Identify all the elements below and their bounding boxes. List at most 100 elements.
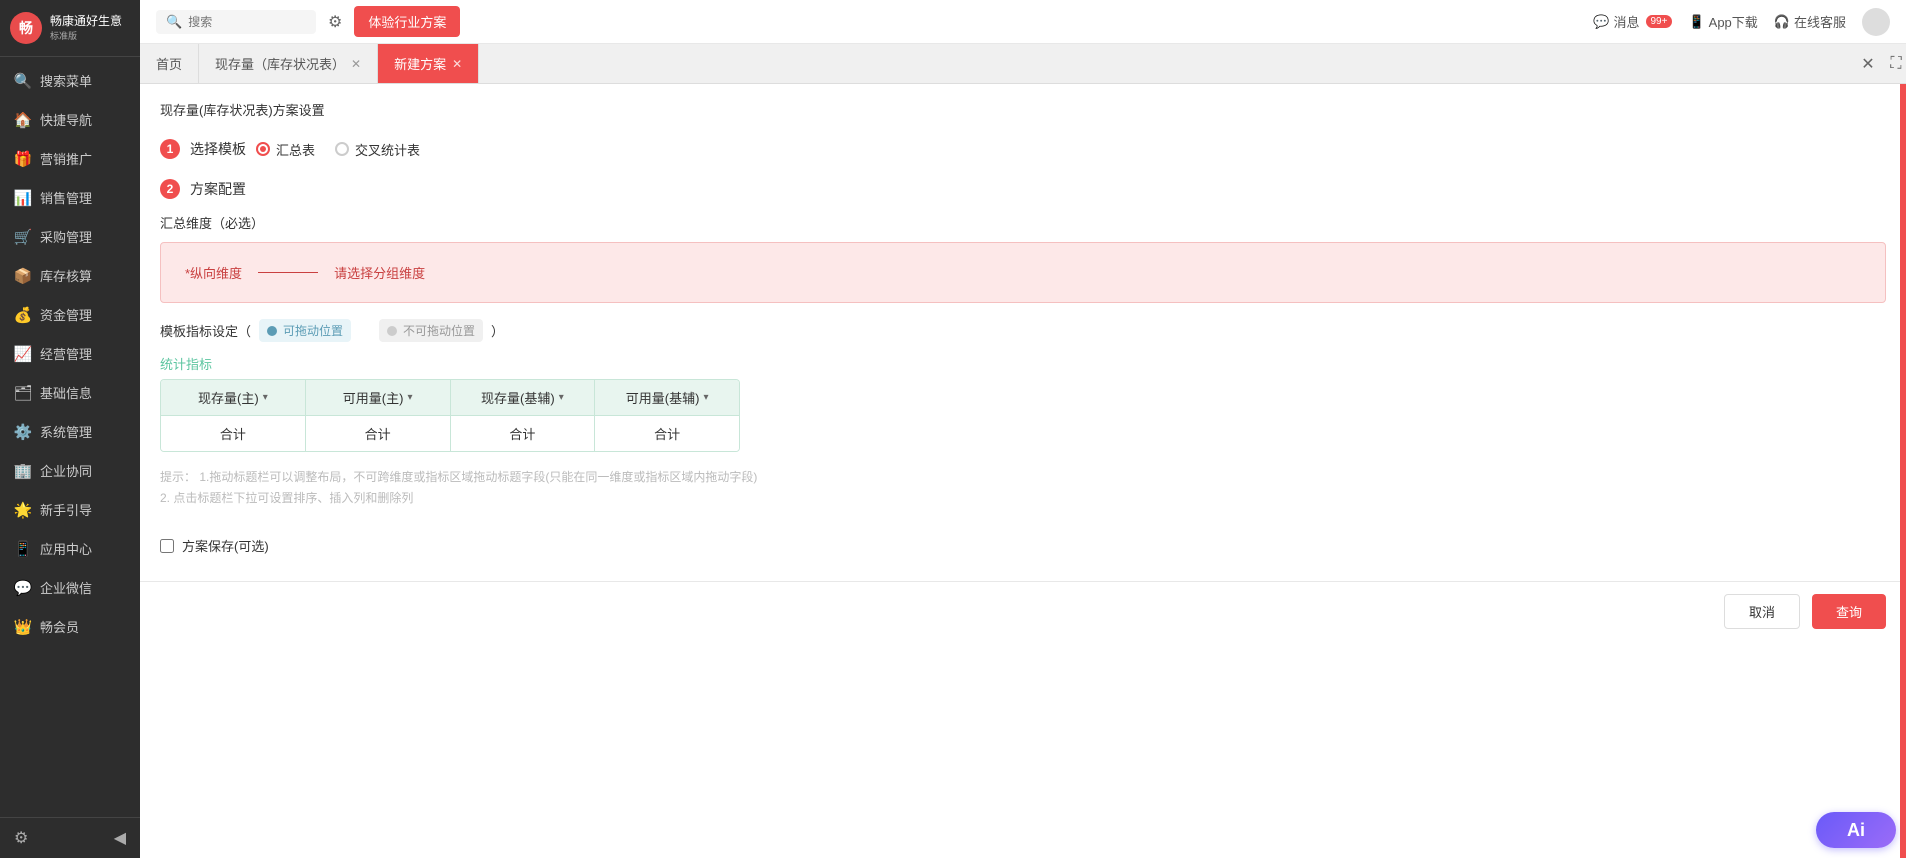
sidebar-item-newbie[interactable]: 🌟 新手引导 (0, 490, 140, 529)
topbar-search-icon: 🔍 (166, 14, 182, 30)
stats-section-label: 统计指标 (160, 354, 1886, 373)
sidebar-item-label: 应用中心 (40, 539, 92, 558)
tabs-bar: 首页 现存量（库存状况表） ✕ 新建方案 ✕ ✕ ⛶ (140, 44, 1906, 84)
app-download-btn[interactable]: 📱 App下载 (1688, 12, 1757, 31)
settings-icon[interactable]: ⚙ (14, 828, 28, 848)
indicator-toggle: 可拖动位置 (259, 319, 351, 342)
tips-item-2: 2. 点击标题栏下拉可设置排序、插入列和删除列 (160, 489, 1886, 506)
save-checkbox[interactable] (160, 539, 174, 553)
stats-col-3[interactable]: 可用量(基辅) ▾ (595, 380, 739, 415)
message-badge: 99+ (1646, 15, 1673, 28)
toggle-dot (267, 326, 277, 336)
member-icon: 👑 (14, 618, 32, 636)
dim-required-label: 汇总维度（必选） (160, 213, 1886, 232)
radio-crosstab-label: 交叉统计表 (355, 140, 420, 159)
radio-summary-circle (256, 142, 270, 156)
sidebar-item-label: 畅会员 (40, 617, 79, 636)
sidebar-item-sales[interactable]: 📊 销售管理 (0, 178, 140, 217)
avatar[interactable] (1862, 8, 1890, 36)
management-icon: 📈 (14, 345, 32, 363)
indicator-settings-label: 模板指标设定（ 可拖动位置 不可拖动位置 ） (160, 319, 1886, 342)
sidebar-logo: 畅 畅康通好生意 标准版 (0, 0, 140, 57)
logo-text: 畅康通好生意 标准版 (50, 14, 122, 43)
query-button[interactable]: 查询 (1812, 594, 1886, 629)
sidebar-item-label: 系统管理 (40, 422, 92, 441)
dim-line (258, 272, 318, 273)
collapse-icon[interactable]: ◀ (114, 828, 126, 848)
stats-col-1[interactable]: 可用量(主) ▾ (306, 380, 451, 415)
tab-new-plan[interactable]: 新建方案 ✕ (378, 44, 479, 83)
stats-cell-2: 合计 (451, 416, 596, 451)
gift-icon: 🎁 (14, 150, 32, 168)
stats-table-header: 现存量(主) ▾ 可用量(主) ▾ 现存量(基辅) ▾ 可用量(基辅) (161, 380, 739, 415)
sidebar-item-wechat[interactable]: 💬 企业微信 (0, 568, 140, 607)
section-template: 1 选择模板 汇总表 交叉统计表 (160, 139, 1886, 159)
resize-handle[interactable] (1900, 84, 1906, 858)
sales-icon: 📊 (14, 189, 32, 207)
cancel-button[interactable]: 取消 (1724, 594, 1800, 629)
sidebar-item-basic-info[interactable]: 🗂 基础信息 (0, 373, 140, 412)
stats-col-0-label: 现存量(主) (198, 388, 259, 407)
stats-col-3-label: 可用量(基辅) (626, 388, 700, 407)
sidebar: 畅 畅康通好生意 标准版 🔍 搜索菜单 🏠 快捷导航 🎁 营销推广 📊 销售管理… (0, 0, 140, 858)
panel-title: 现存量(库存状况表)方案设置 (160, 100, 1886, 119)
sidebar-item-enterprise[interactable]: 🏢 企业协同 (0, 451, 140, 490)
tab-new-close[interactable]: ✕ (452, 57, 462, 71)
tab-inventory-close[interactable]: ✕ (351, 57, 361, 71)
sidebar-item-marketing[interactable]: 🎁 营销推广 (0, 139, 140, 178)
search-icon: 🔍 (14, 72, 32, 90)
sidebar-nav: 🔍 搜索菜单 🏠 快捷导航 🎁 营销推广 📊 销售管理 🛒 采购管理 📦 库存核… (0, 57, 140, 817)
trial-btn[interactable]: 体验行业方案 (354, 6, 460, 37)
stats-col-2[interactable]: 现存量(基辅) ▾ (451, 380, 596, 415)
radio-summary[interactable]: 汇总表 (256, 140, 315, 159)
sidebar-item-member[interactable]: 👑 畅会员 (0, 607, 140, 646)
sidebar-item-inventory[interactable]: 📦 库存核算 (0, 256, 140, 295)
info-icon: 🗂 (14, 384, 32, 402)
sidebar-item-management[interactable]: 📈 经营管理 (0, 334, 140, 373)
template-radio-group: 汇总表 交叉统计表 (256, 140, 420, 159)
stats-table: 现存量(主) ▾ 可用量(主) ▾ 现存量(基辅) ▾ 可用量(基辅) (160, 379, 740, 452)
dim-box: *纵向维度 请选择分组维度 (160, 242, 1886, 303)
stats-cell-1: 合计 (306, 416, 451, 451)
cart-icon: 🛒 (14, 228, 32, 246)
tab-home[interactable]: 首页 (140, 44, 199, 83)
chevron-down-icon-0: ▾ (263, 392, 268, 403)
nontoggle-dot (387, 326, 397, 336)
sidebar-item-purchase[interactable]: 🛒 采购管理 (0, 217, 140, 256)
sidebar-item-label: 经营管理 (40, 344, 92, 363)
section1-num: 1 (160, 139, 180, 159)
expand-btn[interactable]: ⛶ (1886, 54, 1906, 74)
tab-new-label: 新建方案 (394, 54, 446, 73)
tab-inventory-label: 现存量（库存状况表） (215, 54, 345, 73)
stats-cell-3: 合计 (595, 416, 739, 451)
wechat-icon: 💬 (14, 579, 32, 597)
stats-col-0[interactable]: 现存量(主) ▾ (161, 380, 306, 415)
topbar-gear-icon[interactable]: ⚙ (328, 12, 342, 32)
close-btn[interactable]: ✕ (1858, 54, 1878, 74)
topbar-search-input[interactable] (188, 15, 306, 29)
radio-crosstab-circle (335, 142, 349, 156)
tab-inventory-status[interactable]: 现存量（库存状况表） ✕ (199, 44, 378, 83)
ai-bubble[interactable]: Ai (1816, 812, 1896, 848)
win-controls: ✕ ⛶ (1858, 54, 1906, 74)
dim-box-inner: *纵向维度 请选择分组维度 (185, 263, 1861, 282)
topbar-right: 💬 消息 99+ 📱 App下载 🎧 在线客服 (1593, 8, 1890, 36)
indicator-nontoggle: 不可拖动位置 (379, 319, 483, 342)
topbar-search-box[interactable]: 🔍 (156, 10, 316, 34)
sidebar-item-finance[interactable]: 💰 资金管理 (0, 295, 140, 334)
sidebar-item-quicknav[interactable]: 🏠 快捷导航 (0, 100, 140, 139)
section2-header: 2 方案配置 (160, 179, 1886, 199)
message-icon: 💬 (1593, 14, 1609, 30)
save-label: 方案保存(可选) (182, 536, 269, 555)
radio-crosstab[interactable]: 交叉统计表 (335, 140, 420, 159)
sidebar-item-label: 快捷导航 (40, 110, 92, 129)
indicator-settings: 模板指标设定（ 可拖动位置 不可拖动位置 ） (160, 319, 1886, 342)
message-btn[interactable]: 💬 消息 99+ (1593, 12, 1672, 31)
topbar: 🔍 ⚙ 体验行业方案 💬 消息 99+ 📱 App下载 🎧 在线客服 (140, 0, 1906, 44)
online-service-btn[interactable]: 🎧 在线客服 (1774, 12, 1846, 31)
sidebar-item-label: 搜索菜单 (40, 71, 92, 90)
sidebar-item-system[interactable]: ⚙️ 系统管理 (0, 412, 140, 451)
sidebar-item-appstore[interactable]: 📱 应用中心 (0, 529, 140, 568)
sidebar-item-search[interactable]: 🔍 搜索菜单 (0, 61, 140, 100)
section1-header: 1 选择模板 汇总表 交叉统计表 (160, 139, 1886, 159)
